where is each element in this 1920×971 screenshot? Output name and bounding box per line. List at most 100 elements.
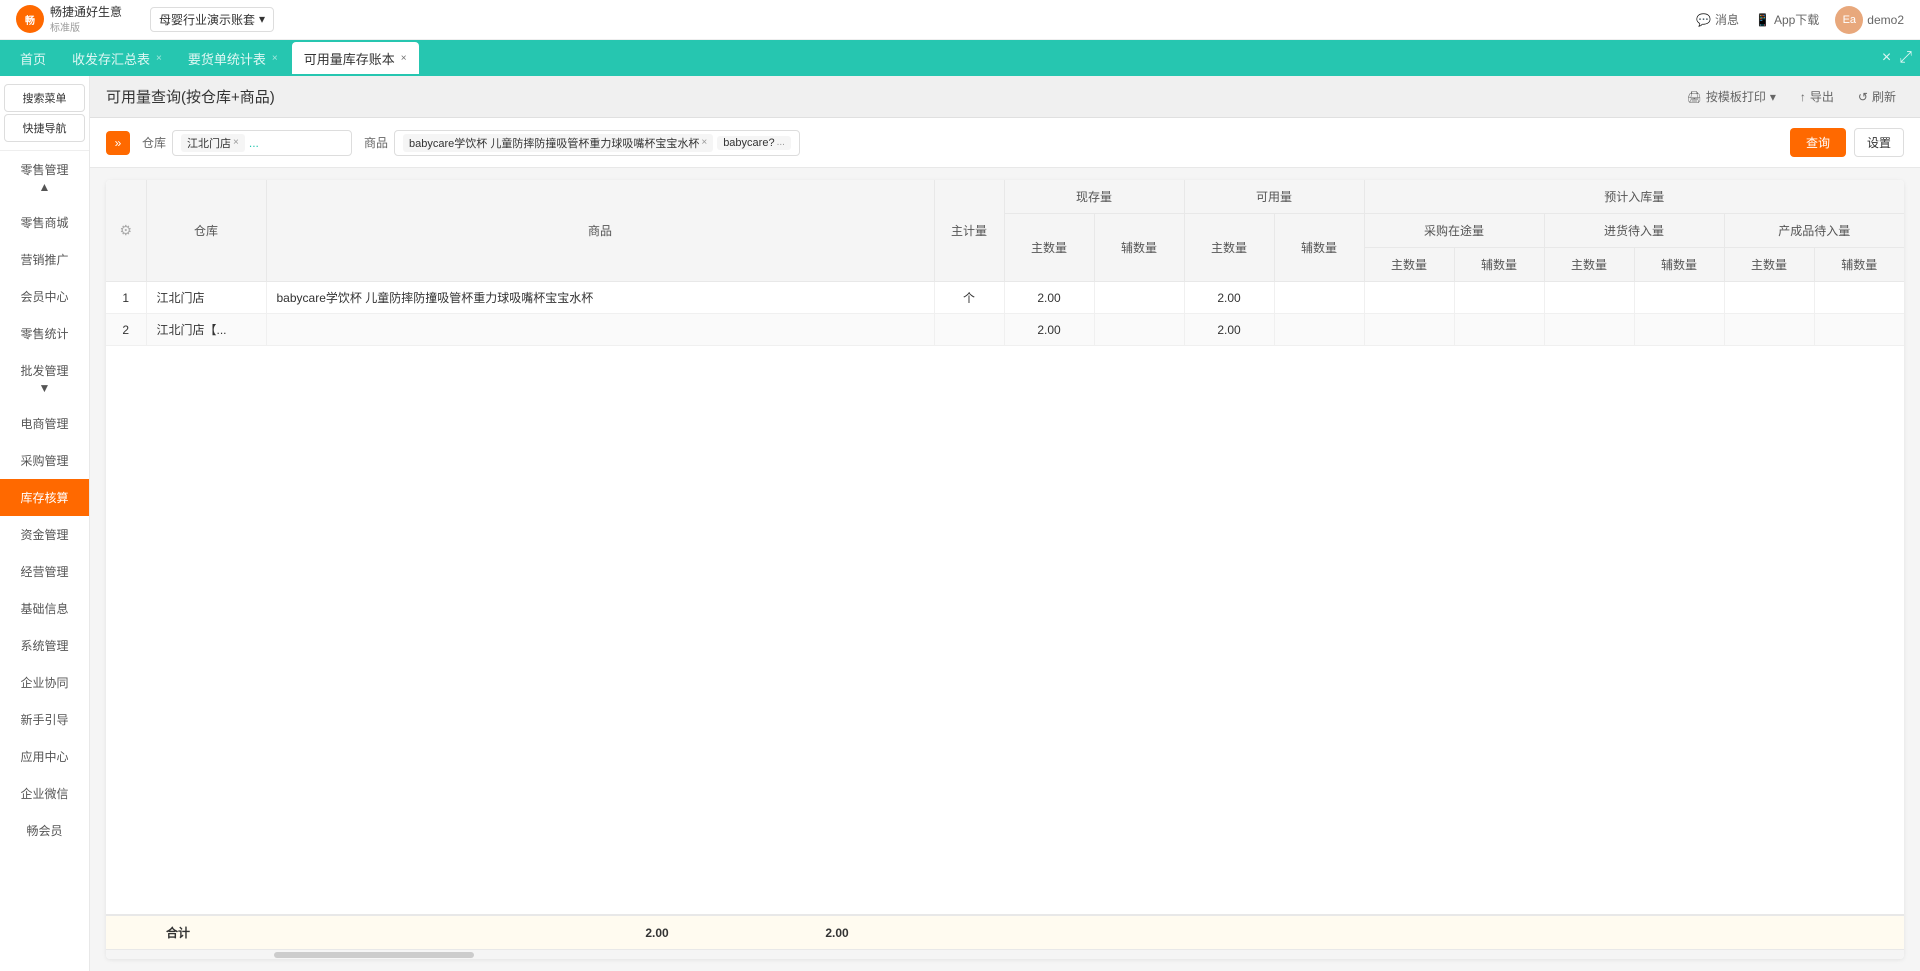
refresh-btn[interactable]: ↺ 刷新 (1850, 84, 1904, 109)
sidebar-label-finance: 资金管理 (20, 526, 68, 543)
product-tag-1-close[interactable]: × (701, 137, 707, 148)
td-purchase-aux-1 (1454, 282, 1544, 314)
main-layout: 搜索菜单 快捷导航 零售管理 ▲ 零售商城 营销推广 会员中心 零售统计 批发管… (0, 76, 1920, 971)
phone-icon: 📱 (1755, 13, 1770, 27)
td-stock-aux-2 (1094, 314, 1184, 346)
sidebar-search-btn[interactable]: 搜索菜单 (4, 84, 85, 112)
sidebar-label-base: 基础信息 (20, 600, 68, 617)
product-tag-1[interactable]: babycare学饮杯 儿童防摔防撞吸管杯重力球吸嘴杯宝宝水杯 × (403, 134, 713, 152)
sidebar-item-zero-retail[interactable]: 零售管理 ▲ (0, 151, 89, 204)
sidebar-item-purchase[interactable]: 采购管理 (0, 442, 89, 479)
sidebar-label-wholesale: 批发管理 (20, 362, 68, 379)
sidebar-item-base[interactable]: 基础信息 (0, 590, 89, 627)
export-btn[interactable]: ↑ 导出 (1792, 84, 1842, 109)
sidebar-quick-nav-btn[interactable]: 快捷导航 (4, 114, 85, 142)
data-table: ⚙ 仓库 商品 主计量 现存量 可用量 预计入库量 主数量 辅数量 主数量 辅数… (106, 180, 1904, 346)
td-stock-main-1: 2.00 (1004, 282, 1094, 314)
brand-info: 畅捷通好生意 标准版 (50, 5, 122, 34)
warehouse-input[interactable]: 江北门店 × ... (172, 130, 352, 156)
td-stock-aux-1 (1094, 282, 1184, 314)
sidebar-label-purchase: 采购管理 (20, 452, 68, 469)
message-btn[interactable]: 💬 消息 (1696, 11, 1739, 28)
sidebar-item-wholesale[interactable]: 批发管理 ▼ (0, 352, 89, 405)
sidebar-item-wecom[interactable]: 企业微信 (0, 775, 89, 812)
refresh-icon: ↺ (1858, 90, 1868, 104)
message-icon: 💬 (1696, 13, 1711, 27)
th-product: 商品 (266, 180, 934, 282)
footer-label: 合计 (162, 924, 282, 941)
sidebar-item-system[interactable]: 系统管理 (0, 627, 89, 664)
brand-sub: 标准版 (50, 19, 122, 34)
td-incoming-aux-2 (1634, 314, 1724, 346)
table-area: ⚙ 仓库 商品 主计量 现存量 可用量 预计入库量 主数量 辅数量 主数量 辅数… (106, 180, 1904, 959)
td-purchase-main-1 (1364, 282, 1454, 314)
product-input[interactable]: babycare学饮杯 儿童防摔防撞吸管杯重力球吸嘴杯宝宝水杯 × babyca… (394, 130, 800, 156)
th-available-group: 可用量 (1184, 180, 1364, 214)
warehouse-label: 仓库 (142, 134, 166, 151)
td-production-main-1 (1724, 282, 1814, 314)
sidebar-item-vip[interactable]: 畅会员 (0, 812, 89, 849)
sidebar-item-appcenter[interactable]: 应用中心 (0, 738, 89, 775)
warehouse-tag-1[interactable]: 江北门店 × (181, 134, 245, 152)
product-tag-2[interactable]: babycare? ... (717, 136, 791, 150)
industry-selector[interactable]: 母婴行业演示账套 ▾ (150, 7, 274, 32)
footer-stock-main: 2.00 (612, 926, 702, 940)
print-btn[interactable]: 🖨 按模板打印 ▾ (1679, 84, 1784, 109)
sidebar-label-zero-retail: 零售管理 (20, 161, 68, 178)
sidebar-label-ecommerce: 电商管理 (20, 415, 68, 432)
tab-order[interactable]: 要货单统计表 × (176, 42, 290, 74)
sidebar-label-marketing: 营销推广 (20, 251, 68, 268)
warehouse-more[interactable]: ... (249, 136, 259, 150)
sidebar-item-marketing[interactable]: 营销推广 (0, 241, 89, 278)
th-purchase-main: 主数量 (1364, 248, 1454, 282)
th-avail-aux: 辅数量 (1274, 214, 1364, 282)
sidebar-item-ecommerce[interactable]: 电商管理 (0, 405, 89, 442)
close-tab-available[interactable]: × (401, 53, 407, 64)
app-download-btn[interactable]: 📱 App下载 (1755, 11, 1819, 28)
sidebar-item-member[interactable]: 会员中心 (0, 278, 89, 315)
filter-toggle-btn[interactable]: » (106, 131, 130, 155)
sidebar-label-wecom: 企业微信 (20, 785, 68, 802)
chevron-down-icon-print: ▾ (1770, 90, 1776, 104)
tab-receive[interactable]: 收发存汇总表 × (60, 42, 174, 74)
sidebar-label-mall: 零售商城 (20, 214, 68, 231)
sidebar-label-system: 系统管理 (20, 637, 68, 654)
sidebar-label-vip: 畅会员 (26, 822, 62, 839)
scrollbar-thumb[interactable] (274, 952, 474, 958)
td-avail-aux-2 (1274, 314, 1364, 346)
sidebar-item-inventory[interactable]: 库存核算 (0, 479, 89, 516)
product-tag-2-close[interactable]: ... (777, 137, 785, 148)
user-menu[interactable]: Ea demo2 (1835, 6, 1904, 34)
sidebar-label-inventory: 库存核算 (20, 489, 68, 506)
sidebar-item-mall[interactable]: 零售商城 (0, 204, 89, 241)
close-tab-receive[interactable]: × (156, 53, 162, 64)
td-warehouse-1: 江北门店 (146, 282, 266, 314)
sidebar-item-stats[interactable]: 零售统计 (0, 315, 89, 352)
query-btn[interactable]: 查询 (1790, 128, 1846, 157)
warehouse-tag-close[interactable]: × (233, 137, 239, 148)
page-title: 可用量查询(按仓库+商品) (106, 86, 275, 107)
brand-logo: 畅 畅捷通好生意 标准版 (16, 5, 122, 34)
sidebar-item-finance[interactable]: 资金管理 (0, 516, 89, 553)
sidebar-label-member: 会员中心 (20, 288, 68, 305)
sidebar-top-buttons: 搜索菜单 快捷导航 (0, 76, 89, 151)
content-area: 可用量查询(按仓库+商品) 🖨 按模板打印 ▾ ↑ 导出 ↺ 刷新 (90, 76, 1920, 971)
warehouse-filter-group: 仓库 江北门店 × ... (142, 130, 352, 156)
tab-home[interactable]: 首页 (8, 42, 58, 74)
sidebar-item-guide[interactable]: 新手引导 (0, 701, 89, 738)
brand-name: 畅捷通好生意 (50, 5, 122, 19)
fullscreen-btn[interactable]: ⤢ (1899, 49, 1912, 67)
close-tab-order[interactable]: × (272, 53, 278, 64)
page-header: 可用量查询(按仓库+商品) 🖨 按模板打印 ▾ ↑ 导出 ↺ 刷新 (90, 76, 1920, 118)
settings-btn[interactable]: 设置 (1854, 128, 1904, 157)
td-no-1: 1 (106, 282, 146, 314)
sidebar-item-enterprise[interactable]: 企业协同 (0, 664, 89, 701)
tab-available[interactable]: 可用量库存账本 × (292, 42, 419, 74)
th-purchase-aux: 辅数量 (1454, 248, 1544, 282)
product-label: 商品 (364, 134, 388, 151)
th-planned-in-group: 预计入库量 (1364, 180, 1904, 214)
sidebar-item-operation[interactable]: 经营管理 (0, 553, 89, 590)
close-all-tabs-btn[interactable]: × (1882, 49, 1891, 67)
td-incoming-main-2 (1544, 314, 1634, 346)
settings-icon[interactable]: ⚙ (119, 222, 132, 238)
